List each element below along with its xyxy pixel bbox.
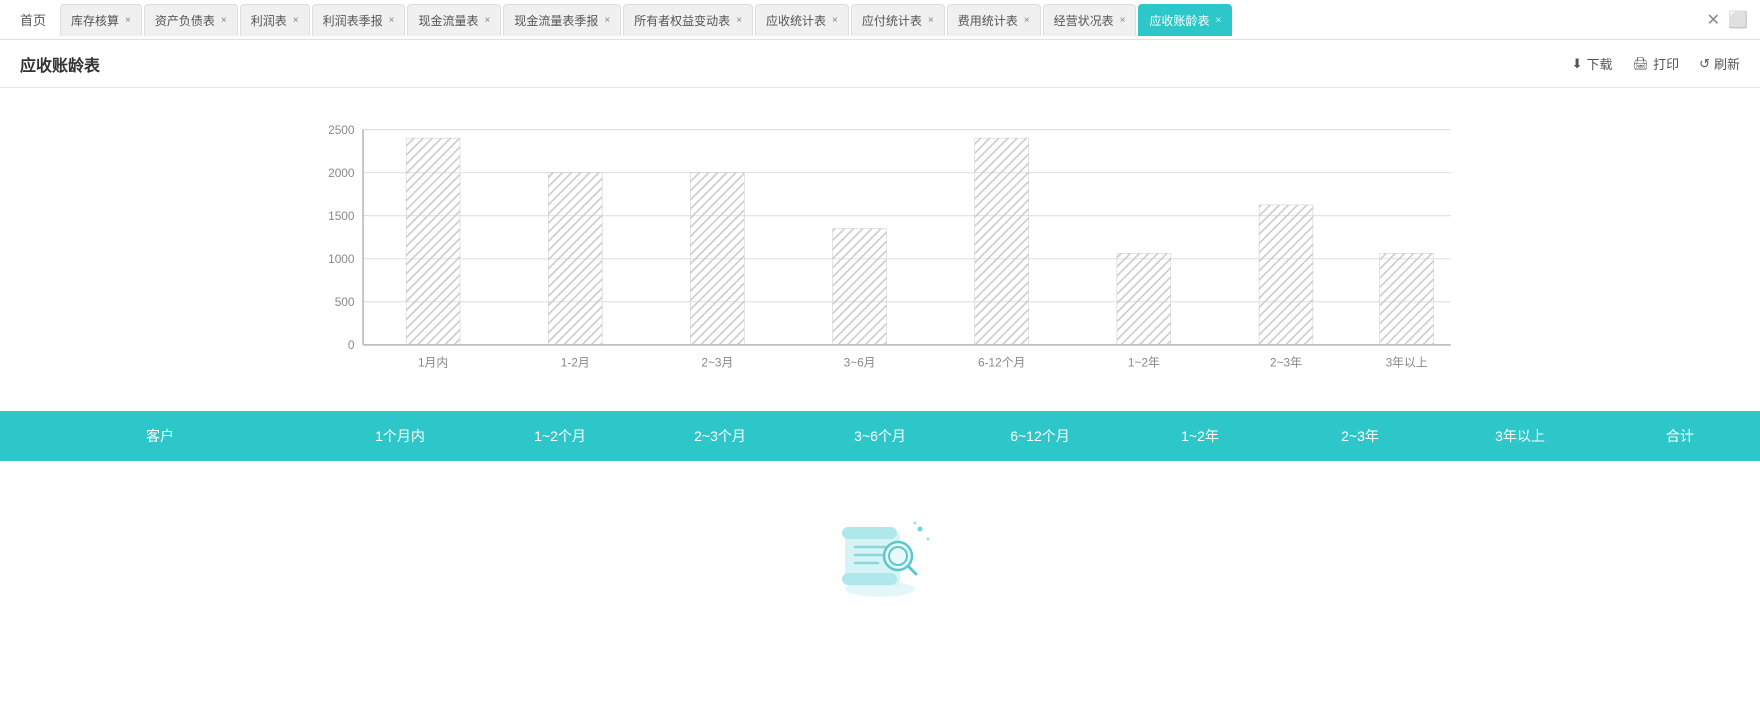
svg-text:3年以上: 3年以上 (1386, 355, 1428, 369)
empty-state-icon (820, 501, 940, 601)
tab-profit-quarterly[interactable]: 利润表季报 × (312, 4, 406, 36)
maximize-button[interactable]: ⬜ (1728, 10, 1748, 30)
col-1-2month: 1~2个月 (480, 426, 640, 446)
col-1month: 1个月内 (320, 426, 480, 446)
tab-balance[interactable]: 资产负债表 × (144, 4, 238, 36)
close-icon[interactable]: × (389, 15, 395, 26)
svg-text:1500: 1500 (328, 209, 355, 223)
close-icon[interactable]: × (832, 15, 838, 26)
svg-text:6-12个月: 6-12个月 (978, 355, 1025, 369)
svg-text:2000: 2000 (328, 166, 355, 180)
svg-text:500: 500 (335, 295, 355, 309)
tab-expense-stat[interactable]: 费用统计表 × (947, 4, 1041, 36)
close-icon[interactable]: × (1120, 15, 1126, 26)
col-customer: 客户 (0, 426, 320, 446)
download-button[interactable]: ⬇ 下载 (1572, 54, 1613, 73)
refresh-icon: ↺ (1699, 56, 1710, 72)
chart-area: 0 500 1000 1500 2000 2500 1月内 1-2月 2~3月 … (0, 88, 1760, 411)
svg-text:1~2年: 1~2年 (1128, 355, 1160, 369)
refresh-button[interactable]: ↺ 刷新 (1699, 54, 1740, 73)
svg-text:1-2月: 1-2月 (561, 355, 590, 369)
col-3-6month: 3~6个月 (800, 426, 960, 446)
print-button[interactable]: 🖨 打印 (1633, 54, 1680, 73)
col-6-12month: 6~12个月 (960, 426, 1120, 446)
svg-text:1000: 1000 (328, 252, 355, 266)
close-icon[interactable]: × (125, 15, 131, 26)
tab-inventory[interactable]: 库存核算 × (60, 4, 142, 36)
download-icon: ⬇ (1572, 56, 1583, 72)
tab-operation[interactable]: 经营状况表 × (1043, 4, 1137, 36)
page-header: 应收账龄表 ⬇ 下载 🖨 打印 ↺ 刷新 (0, 40, 1760, 88)
col-total: 合计 (1600, 426, 1760, 446)
col-3year-plus: 3年以上 (1440, 426, 1600, 446)
svg-text:3~6月: 3~6月 (844, 355, 876, 369)
header-actions: ⬇ 下载 🖨 打印 ↺ 刷新 (1572, 54, 1740, 73)
svg-text:1月内: 1月内 (418, 355, 448, 369)
tab-ar-aging[interactable]: 应收账龄表 × (1138, 4, 1232, 36)
window-actions: ✕ ⬜ (1707, 10, 1752, 30)
page-title: 应收账龄表 (20, 52, 100, 76)
print-icon: 🖨 (1633, 56, 1650, 72)
tab-bar: 首页 库存核算 × 资产负债表 × 利润表 × 利润表季报 × 现金流量表 × … (0, 0, 1760, 40)
close-icon[interactable]: × (484, 15, 490, 26)
svg-text:2~3年: 2~3年 (1270, 355, 1302, 369)
tab-payable-stat[interactable]: 应付统计表 × (851, 4, 945, 36)
col-2-3year: 2~3年 (1280, 426, 1440, 446)
minimize-button[interactable]: ✕ (1707, 10, 1720, 30)
tab-equity[interactable]: 所有者权益变动表 × (623, 4, 753, 36)
tab-receivable-stat[interactable]: 应收统计表 × (755, 4, 849, 36)
empty-state (0, 461, 1760, 641)
tab-profit[interactable]: 利润表 × (240, 4, 310, 36)
tab-cashflow-quarterly[interactable]: 现金流量表季报 × (503, 4, 621, 36)
close-icon[interactable]: × (293, 15, 299, 26)
svg-text:2~3月: 2~3月 (701, 355, 733, 369)
close-icon[interactable]: × (928, 15, 934, 26)
close-icon[interactable]: × (736, 15, 742, 26)
col-2-3month: 2~3个月 (640, 426, 800, 446)
table-header: 客户 1个月内 1~2个月 2~3个月 3~6个月 6~12个月 1~2年 2~… (0, 411, 1760, 461)
close-icon[interactable]: × (221, 15, 227, 26)
col-1-2year: 1~2年 (1120, 426, 1280, 446)
tab-cashflow[interactable]: 现金流量表 × (407, 4, 501, 36)
close-icon[interactable]: × (1215, 15, 1221, 26)
svg-text:2500: 2500 (328, 123, 355, 137)
main-content: 0 500 1000 1500 2000 2500 1月内 1-2月 2~3月 … (0, 88, 1760, 720)
close-icon[interactable]: × (604, 15, 610, 26)
bar-chart: 0 500 1000 1500 2000 2500 1月内 1-2月 2~3月 … (40, 108, 1720, 388)
tab-home[interactable]: 首页 (8, 4, 58, 36)
close-icon[interactable]: × (1024, 15, 1030, 26)
svg-text:0: 0 (348, 338, 355, 352)
